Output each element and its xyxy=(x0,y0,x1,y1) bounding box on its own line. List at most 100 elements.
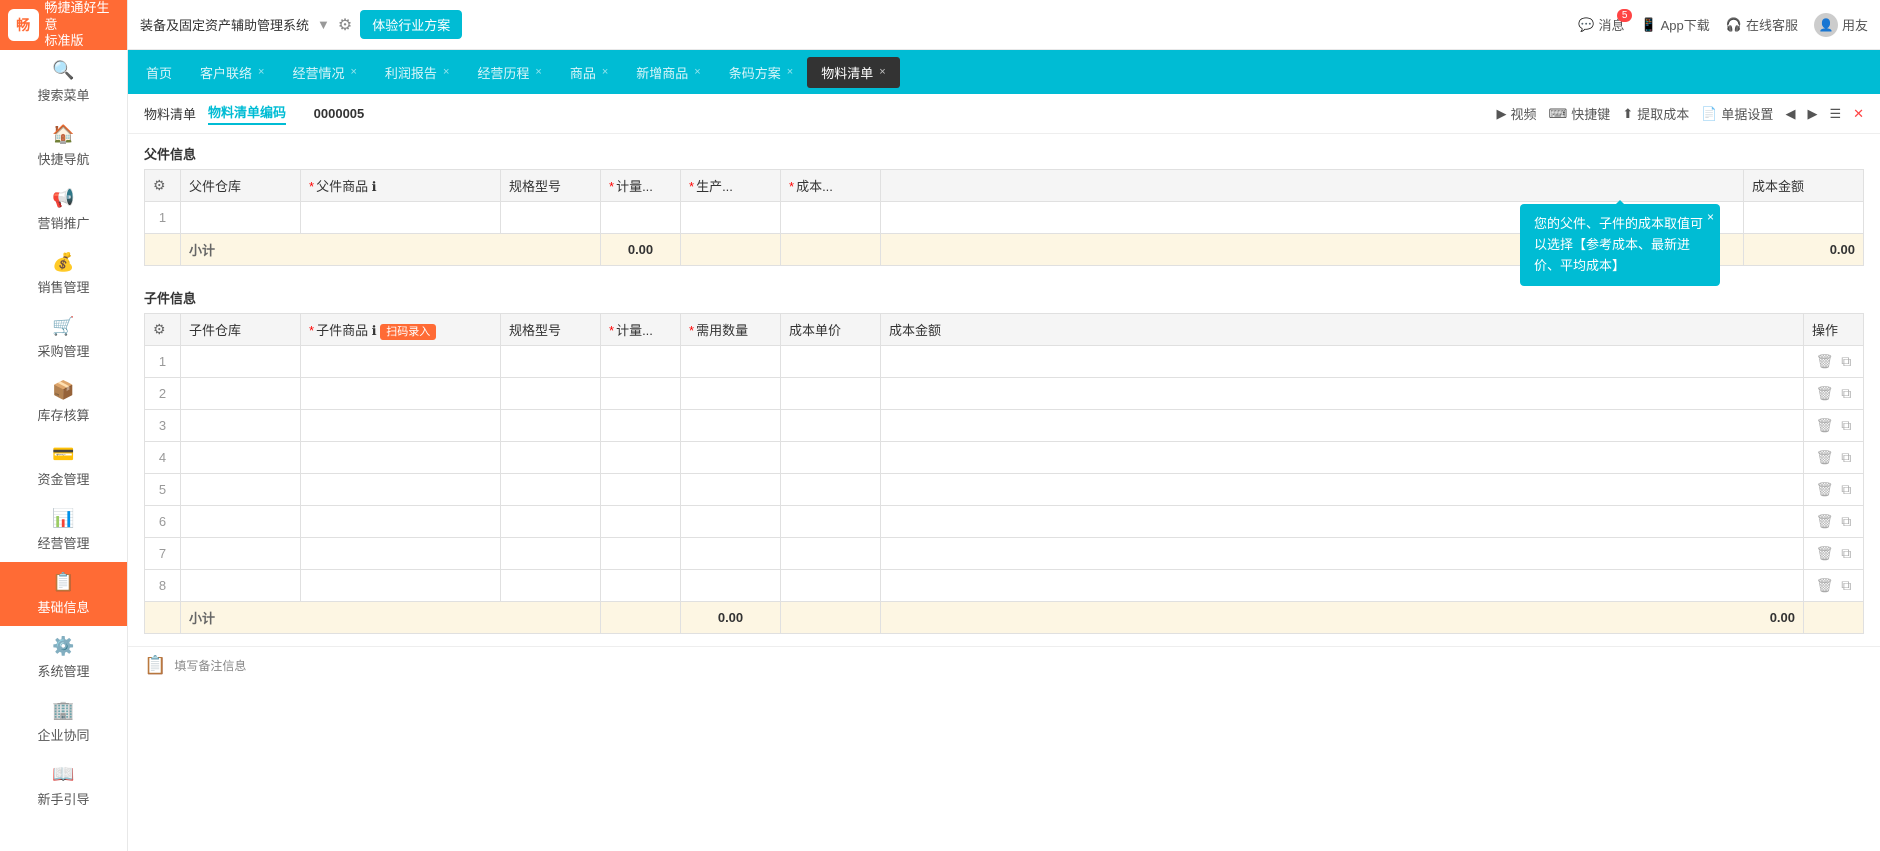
extract-cost-action[interactable]: ⬆ 提取成本 xyxy=(1622,104,1689,123)
copy-icon[interactable]: ⧉ xyxy=(1841,545,1851,561)
view-action[interactable]: ▶ 视频 xyxy=(1497,104,1537,123)
child-warehouse-cell[interactable] xyxy=(181,346,301,378)
settings-icon[interactable]: ⚙ xyxy=(338,15,352,35)
single-setting-action[interactable]: 📄 单据设置 xyxy=(1701,104,1773,123)
child-unit-cost-cell[interactable] xyxy=(781,538,881,570)
tab-close-customers[interactable]: × xyxy=(258,66,264,78)
delete-icon[interactable]: 🗑 xyxy=(1816,481,1834,497)
child-qty-cell[interactable] xyxy=(681,410,781,442)
delete-icon[interactable]: 🗑 xyxy=(1816,449,1834,465)
child-spec-cell[interactable] xyxy=(501,506,601,538)
child-unit-cost-cell[interactable] xyxy=(781,506,881,538)
child-warehouse-cell[interactable] xyxy=(181,474,301,506)
tab-close-products[interactable]: × xyxy=(602,66,608,78)
child-product-cell[interactable] xyxy=(301,538,501,570)
child-product-cell[interactable] xyxy=(301,570,501,602)
child-warehouse-cell[interactable] xyxy=(181,410,301,442)
col-settings-icon[interactable]: ⚙ xyxy=(153,177,166,193)
sidebar-item-operations[interactable]: 📊 经营管理 xyxy=(0,498,127,562)
tab-close-new-product[interactable]: × xyxy=(694,66,700,78)
trial-button[interactable]: 体验行业方案 xyxy=(360,10,462,39)
child-qty-cell[interactable] xyxy=(681,474,781,506)
sidebar-item-system[interactable]: ⚙️ 系统管理 xyxy=(0,626,127,690)
close-window[interactable]: ✕ xyxy=(1853,106,1864,122)
nav-tab-history[interactable]: 经营历程 × xyxy=(463,57,555,88)
sidebar-item-inventory[interactable]: 📦 库存核算 xyxy=(0,370,127,434)
child-spec-cell[interactable] xyxy=(501,570,601,602)
child-unit-cell[interactable] xyxy=(601,346,681,378)
parent-warehouse-cell[interactable] xyxy=(181,202,301,234)
nav-tab-operations-status[interactable]: 经营情况 × xyxy=(278,57,370,88)
child-unit-cell[interactable] xyxy=(601,538,681,570)
child-spec-cell[interactable] xyxy=(501,346,601,378)
parent-cost-cell[interactable] xyxy=(781,202,881,234)
child-unit-cost-cell[interactable] xyxy=(781,474,881,506)
nav-tab-home[interactable]: 首页 xyxy=(132,57,186,88)
child-unit-cost-cell[interactable] xyxy=(781,570,881,602)
child-qty-cell[interactable] xyxy=(681,570,781,602)
system-title-arrow[interactable]: ▼ xyxy=(317,17,330,32)
tab-close-barcode[interactable]: × xyxy=(787,66,793,78)
sidebar-item-enterprise[interactable]: 🏢 企业协同 xyxy=(0,690,127,754)
nav-prev[interactable]: ◀ xyxy=(1785,106,1795,122)
sidebar-item-marketing[interactable]: 📢 营销推广 xyxy=(0,178,127,242)
child-product-cell[interactable] xyxy=(301,346,501,378)
sidebar-item-quick-nav[interactable]: 🏠 快捷导航 xyxy=(0,114,127,178)
child-col-settings-icon[interactable]: ⚙ xyxy=(153,321,166,337)
child-warehouse-cell[interactable] xyxy=(181,538,301,570)
scan-badge[interactable]: 扫码录入 xyxy=(380,324,436,340)
sidebar-item-purchase[interactable]: 🛒 采购管理 xyxy=(0,306,127,370)
child-warehouse-cell[interactable] xyxy=(181,442,301,474)
delete-icon[interactable]: 🗑 xyxy=(1816,577,1834,593)
child-warehouse-cell[interactable] xyxy=(181,570,301,602)
breadcrumb-bom[interactable]: 物料清单 xyxy=(144,104,196,123)
tab-close-operations-status[interactable]: × xyxy=(350,66,356,78)
child-unit-cost-cell[interactable] xyxy=(781,378,881,410)
app-download-action[interactable]: 📱 App下载 xyxy=(1640,15,1709,34)
messages-action[interactable]: 💬 消息 5 xyxy=(1578,15,1624,34)
parent-prod-cell[interactable] xyxy=(681,202,781,234)
nav-tab-barcode[interactable]: 条码方案 × xyxy=(715,57,807,88)
child-unit-cell[interactable] xyxy=(601,506,681,538)
parent-spec-cell[interactable] xyxy=(501,202,601,234)
sidebar-item-finance[interactable]: 💳 资金管理 xyxy=(0,434,127,498)
delete-icon[interactable]: 🗑 xyxy=(1816,417,1834,433)
child-qty-cell[interactable] xyxy=(681,506,781,538)
child-warehouse-cell[interactable] xyxy=(181,506,301,538)
copy-icon[interactable]: ⧉ xyxy=(1841,481,1851,497)
child-unit-cost-cell[interactable] xyxy=(781,410,881,442)
child-qty-cell[interactable] xyxy=(681,346,781,378)
child-qty-cell[interactable] xyxy=(681,378,781,410)
child-product-cell[interactable] xyxy=(301,410,501,442)
nav-tab-products[interactable]: 商品 × xyxy=(556,57,622,88)
sidebar-item-guide[interactable]: 📖 新手引导 xyxy=(0,754,127,818)
nav-tab-new-product[interactable]: 新增商品 × xyxy=(622,57,714,88)
sidebar-item-sales[interactable]: 💰 销售管理 xyxy=(0,242,127,306)
online-service-action[interactable]: 🎧 在线客服 xyxy=(1726,15,1798,34)
child-unit-cell[interactable] xyxy=(601,570,681,602)
nav-next[interactable]: ▶ xyxy=(1807,106,1817,122)
copy-icon[interactable]: ⧉ xyxy=(1841,577,1851,593)
copy-icon[interactable]: ⧉ xyxy=(1841,449,1851,465)
breadcrumb-bom-detail[interactable]: 物料清单编码 xyxy=(208,102,286,125)
child-unit-cell[interactable] xyxy=(601,474,681,506)
tab-close-bom[interactable]: × xyxy=(879,66,885,78)
copy-icon[interactable]: ⧉ xyxy=(1841,353,1851,369)
child-spec-cell[interactable] xyxy=(501,538,601,570)
delete-icon[interactable]: 🗑 xyxy=(1816,353,1834,369)
child-unit-cell[interactable] xyxy=(601,410,681,442)
copy-icon[interactable]: ⧉ xyxy=(1841,417,1851,433)
child-spec-cell[interactable] xyxy=(501,474,601,506)
delete-icon[interactable]: 🗑 xyxy=(1816,545,1834,561)
child-unit-cell[interactable] xyxy=(601,442,681,474)
child-warehouse-cell[interactable] xyxy=(181,378,301,410)
nav-tab-profit-report[interactable]: 利润报告 × xyxy=(371,57,463,88)
sidebar-item-search[interactable]: 🔍 搜索菜单 xyxy=(0,50,127,114)
nav-tab-bom[interactable]: 物料清单 × xyxy=(807,57,899,88)
delete-icon[interactable]: 🗑 xyxy=(1816,513,1834,529)
child-spec-cell[interactable] xyxy=(501,378,601,410)
user-menu[interactable]: 👤 用友 xyxy=(1814,13,1868,37)
child-unit-cost-cell[interactable] xyxy=(781,442,881,474)
nav-tab-customers[interactable]: 客户联络 × xyxy=(186,57,278,88)
view-list[interactable]: ☰ xyxy=(1829,106,1841,122)
